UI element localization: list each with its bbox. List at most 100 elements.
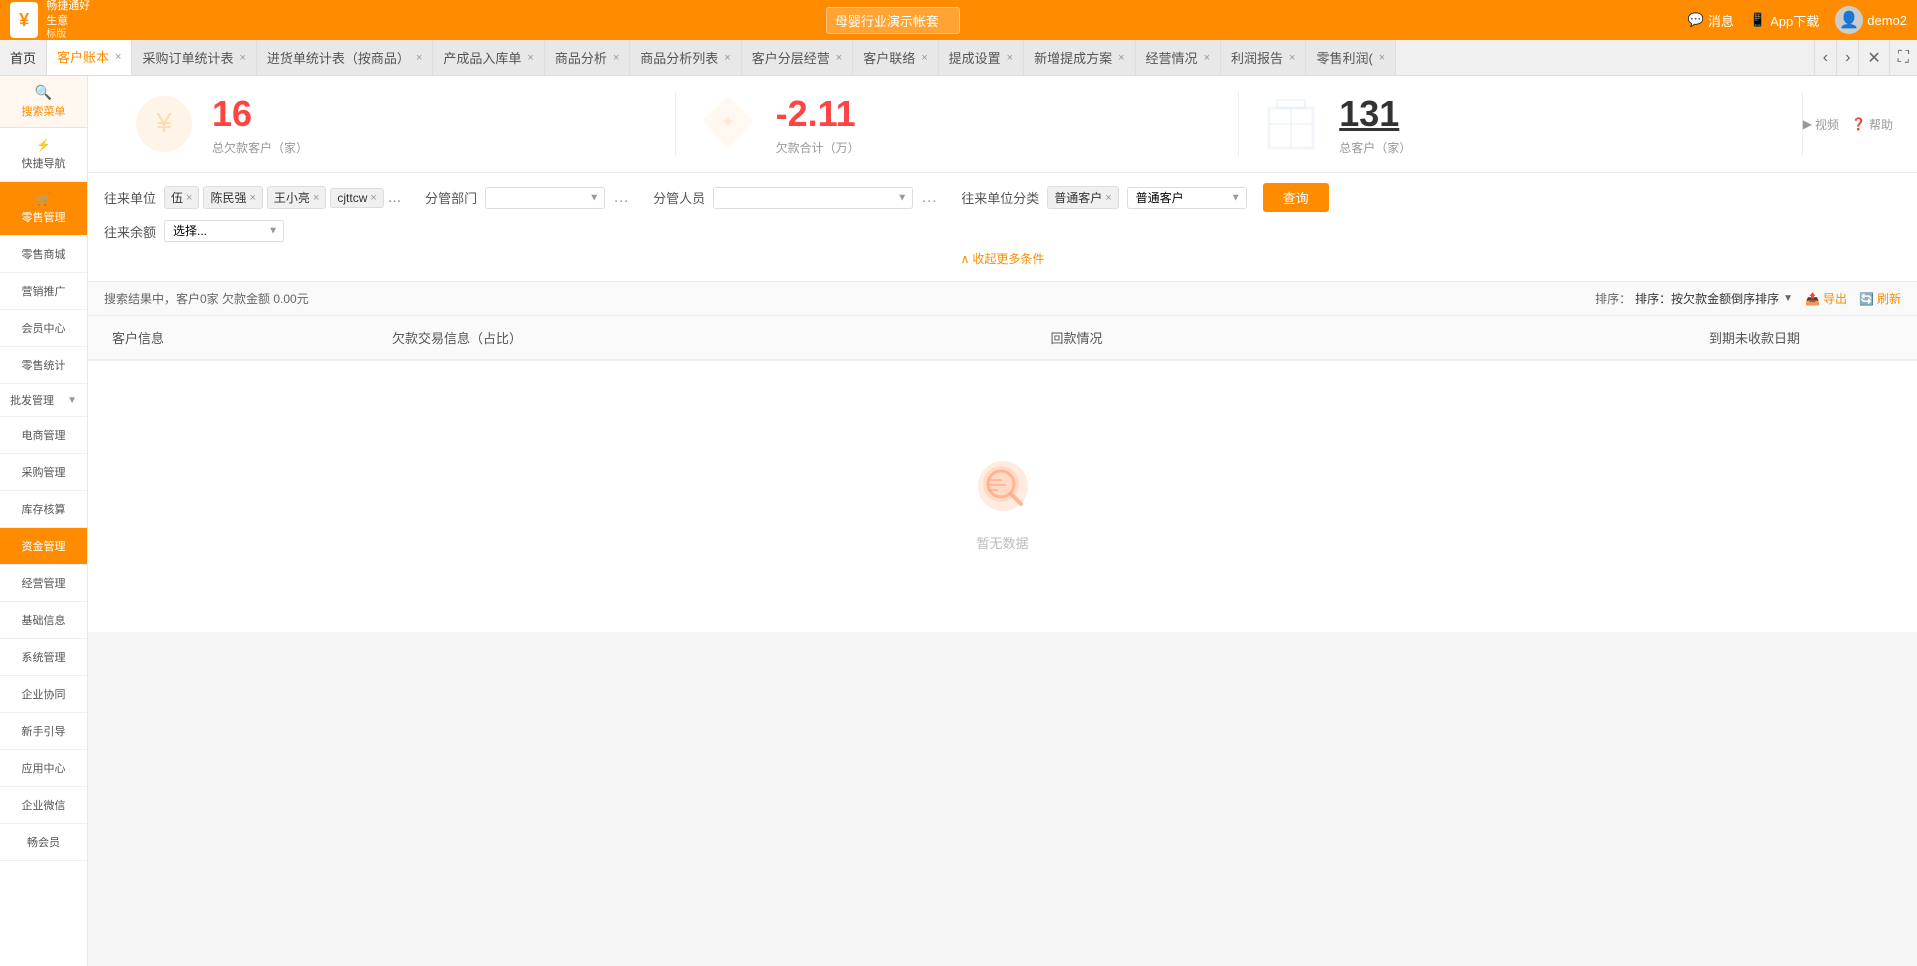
building-icon xyxy=(1259,92,1323,156)
col-payment-status: 回款情况 xyxy=(1043,316,1702,359)
sort-label: 排序： xyxy=(1595,290,1631,307)
sidebar-item-purchase[interactable]: 采购管理 xyxy=(0,454,87,491)
nav-tabs: 首页 客户账本 × 采购订单统计表 × 进货单统计表（按商品） × 产成品入库单… xyxy=(0,40,1917,76)
remove-category-tag[interactable]: × xyxy=(1105,192,1111,204)
tab-close-customer-tier[interactable]: × xyxy=(836,52,842,64)
avatar: 👤 xyxy=(1835,6,1863,34)
empty-icon xyxy=(963,441,1043,521)
tab-close-goods-stats[interactable]: × xyxy=(416,52,422,64)
export-icon: 📤 xyxy=(1805,292,1820,306)
sidebar-item-retail-shop[interactable]: 零售商城 xyxy=(0,236,87,273)
filter-more-btn[interactable]: ... xyxy=(388,189,401,207)
person-more-icon[interactable]: … xyxy=(921,189,937,207)
sidebar-search[interactable]: 🔍 搜索菜单 xyxy=(0,76,87,128)
remove-tag-wangxiaoliang[interactable]: × xyxy=(313,192,319,204)
tab-close-purchase-stats[interactable]: × xyxy=(239,52,245,64)
tab-close-all-btn[interactable]: ✕ xyxy=(1858,40,1888,75)
person-select[interactable] xyxy=(713,187,913,209)
filter-tag-wu: 伍 × xyxy=(164,186,199,209)
tab-goods-analysis[interactable]: 商品分析 × xyxy=(545,40,630,75)
sidebar-item-marketing[interactable]: 营销推广 xyxy=(0,273,87,310)
sidebar-item-wholesale[interactable]: 批发管理 ▼ xyxy=(0,384,87,417)
stat-clients-value-area: 131 总客户（家） xyxy=(1339,93,1411,156)
query-button[interactable]: 查询 xyxy=(1263,183,1329,212)
tab-customer-tier[interactable]: 客户分层经营 × xyxy=(742,40,853,75)
sidebar-item-basic-info[interactable]: 基础信息 xyxy=(0,602,87,639)
search-icon: 🔍 xyxy=(8,84,79,101)
sidebar-item-enterprise-wechat[interactable]: 企业微信 xyxy=(0,787,87,824)
balance-select[interactable]: 选择... xyxy=(164,220,284,242)
refresh-btn[interactable]: 🔄 刷新 xyxy=(1859,290,1901,307)
tab-close-customer-contact[interactable]: × xyxy=(921,52,927,64)
category-filter-label: 往来单位分类 xyxy=(961,188,1039,207)
sidebar-quick-nav[interactable]: ⚡ 快捷导航 xyxy=(0,128,87,182)
help-btn[interactable]: ❓ 帮助 xyxy=(1851,116,1893,133)
sidebar-item-operation[interactable]: 经营管理 xyxy=(0,565,87,602)
tab-close-business-status[interactable]: × xyxy=(1204,52,1210,64)
tab-goods-stats[interactable]: 进货单统计表（按商品） × xyxy=(257,40,433,75)
stat-clients-label: 总客户（家） xyxy=(1339,139,1411,156)
tab-purchase-stats[interactable]: 采购订单统计表 × xyxy=(132,40,256,75)
account-dropdown[interactable]: 母婴行业演示帐套 xyxy=(826,7,960,34)
sidebar-item-finance[interactable]: 资金管理 xyxy=(0,528,87,565)
help-icon: ❓ xyxy=(1851,117,1866,131)
diamond-icon: ✦ xyxy=(696,92,760,156)
tab-new-commission[interactable]: 新增提成方案 × xyxy=(1024,40,1135,75)
dept-select[interactable] xyxy=(485,187,605,209)
video-btn[interactable]: ▶ 视频 xyxy=(1803,116,1839,133)
dept-filter-label: 分管部门 xyxy=(425,188,477,207)
tab-profit-report[interactable]: 利润报告 × xyxy=(1221,40,1306,75)
user-profile[interactable]: 👤 demo2 xyxy=(1835,6,1907,34)
sidebar-item-newbie-guide[interactable]: 新手引导 xyxy=(0,713,87,750)
sidebar-item-enterprise-collab[interactable]: 企业协同 xyxy=(0,676,87,713)
tab-next-btn[interactable]: › xyxy=(1836,40,1858,75)
stat-total-clients: 131 总客户（家） xyxy=(1239,92,1803,156)
sort-value[interactable]: 排序：按欠款金额倒序排序 xyxy=(1635,290,1779,307)
remove-tag-cjttcw[interactable]: × xyxy=(370,192,376,204)
tab-production-inbound[interactable]: 产成品入库单 × xyxy=(433,40,544,75)
app-download-btn[interactable]: 📱 App下载 xyxy=(1750,11,1819,30)
tab-close-production-inbound[interactable]: × xyxy=(527,52,533,64)
table-header: 客户信息 欠款交易信息（占比） 回款情况 到期未收款日期 xyxy=(88,316,1917,361)
collapse-btn-row: ∧ 收起更多条件 xyxy=(104,250,1901,267)
tab-customer-contact[interactable]: 客户联络 × xyxy=(853,40,938,75)
tab-retail-profit[interactable]: 零售利润( × xyxy=(1306,40,1396,75)
sidebar-item-vip-members[interactable]: 畅会员 xyxy=(0,824,87,861)
sidebar-item-app-center[interactable]: 应用中心 xyxy=(0,750,87,787)
sidebar-item-inventory[interactable]: 库存核算 xyxy=(0,491,87,528)
svg-text:✦: ✦ xyxy=(720,112,735,132)
tab-goods-analysis-list[interactable]: 商品分析列表 × xyxy=(630,40,741,75)
sidebar-item-members[interactable]: 会员中心 xyxy=(0,310,87,347)
tab-close-goods-analysis[interactable]: × xyxy=(613,52,619,64)
filter-tag-wangxiaoliang: 王小亮 × xyxy=(267,186,326,209)
tab-close-retail-profit[interactable]: × xyxy=(1379,52,1385,64)
category-select[interactable]: 普通客户 xyxy=(1127,187,1247,209)
message-btn[interactable]: 💬 消息 xyxy=(1688,11,1734,30)
sidebar-item-retail-management[interactable]: 🛒 零售管理 xyxy=(0,182,87,236)
tab-close-commission-setting[interactable]: × xyxy=(1007,52,1013,64)
tab-home[interactable]: 首页 xyxy=(0,40,47,75)
tab-close-goods-analysis-list[interactable]: × xyxy=(724,52,730,64)
tab-close-customer-ledger[interactable]: × xyxy=(115,51,121,63)
empty-state: 暂无数据 xyxy=(88,361,1917,632)
tab-close-profit-report[interactable]: × xyxy=(1289,52,1295,64)
chevron-down-icon: ▼ xyxy=(67,395,77,406)
tab-business-status[interactable]: 经营情况 × xyxy=(1136,40,1221,75)
tab-maximize-btn[interactable]: ⛶ xyxy=(1889,40,1917,75)
filter-tags: 伍 × 陈民强 × 王小亮 × cjttcw × ... xyxy=(164,186,401,209)
sidebar-item-retail-stats[interactable]: 零售统计 xyxy=(0,347,87,384)
tab-close-new-commission[interactable]: × xyxy=(1118,52,1124,64)
header-center: 母婴行业演示帐套 xyxy=(826,7,960,34)
tab-prev-btn[interactable]: ‹ xyxy=(1814,40,1836,75)
filter-tag-chenminqiang: 陈民强 × xyxy=(203,186,262,209)
dept-more-icon[interactable]: … xyxy=(613,189,629,207)
remove-tag-chenminqiang[interactable]: × xyxy=(249,192,255,204)
export-btn[interactable]: 📤 导出 xyxy=(1805,290,1847,307)
sidebar-item-system[interactable]: 系统管理 xyxy=(0,639,87,676)
tab-customer-ledger[interactable]: 客户账本 × xyxy=(47,40,132,75)
collapse-button[interactable]: ∧ 收起更多条件 xyxy=(961,250,1045,267)
logo-text: 畅捷通好生意 标版 xyxy=(46,0,98,41)
remove-tag-wu[interactable]: × xyxy=(186,192,192,204)
sidebar-item-ecommerce[interactable]: 电商管理 xyxy=(0,417,87,454)
tab-commission-setting[interactable]: 提成设置 × xyxy=(939,40,1024,75)
